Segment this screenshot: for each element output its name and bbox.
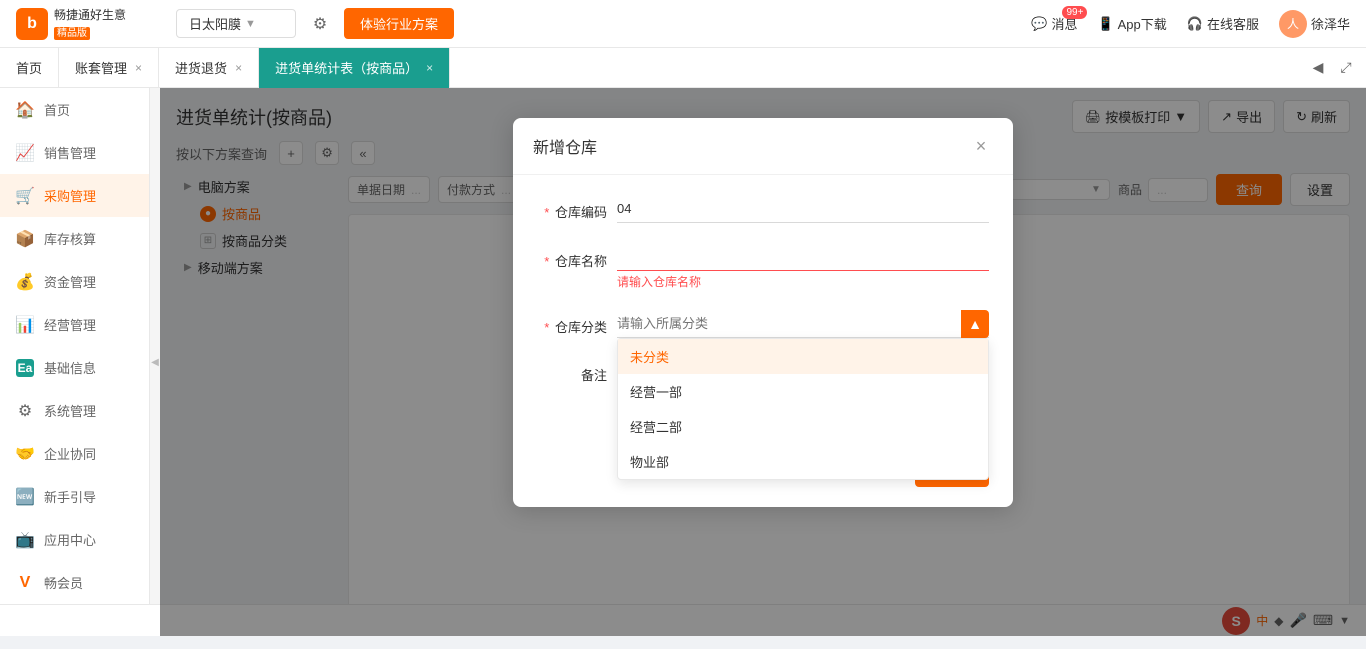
- chevron-down-icon: ▼: [245, 18, 256, 30]
- user-item[interactable]: 人 徐泽华: [1279, 10, 1350, 38]
- tab-bar: 首页 账套管理 × 进货退货 × 进货单统计表（按商品） × ◀ ⤢: [0, 48, 1366, 88]
- dropdown-item-3[interactable]: 物业部: [618, 444, 988, 479]
- warehouse-name-label: * 仓库名称: [537, 244, 617, 270]
- message-item[interactable]: 💬 消息 99+: [1031, 14, 1077, 33]
- finance-icon: 💰: [16, 273, 34, 291]
- tab-accounts[interactable]: 账套管理 ×: [59, 48, 159, 88]
- enterprise-icon: 🤝: [16, 445, 34, 463]
- tab-purchase-stats[interactable]: 进货单统计表（按商品） ×: [259, 48, 450, 88]
- dropdown-item-1[interactable]: 经营一部: [618, 374, 988, 409]
- sidebar-item-finance[interactable]: 💰 资金管理: [0, 260, 149, 303]
- warehouse-name-error: 请输入仓库名称: [617, 273, 989, 290]
- sidebar-item-operations[interactable]: 📊 经营管理: [0, 303, 149, 346]
- tab-prev-icon[interactable]: ◀: [1306, 56, 1330, 80]
- guide-icon: 🆕: [16, 488, 34, 506]
- gear-icon[interactable]: ⚙: [304, 8, 336, 40]
- warehouse-category-label: * 仓库分类: [537, 310, 617, 336]
- purchase-icon: 🛒: [16, 187, 34, 205]
- online-service-item[interactable]: 🎧 在线客服: [1187, 14, 1259, 33]
- warehouse-code-label: * 仓库编码: [537, 195, 617, 221]
- category-dropdown-list: 未分类 经营一部 经营二部 物业部: [617, 338, 989, 480]
- dialog-close-button[interactable]: ×: [969, 134, 993, 158]
- warehouse-code-input[interactable]: [617, 195, 989, 223]
- phone-icon: 📱: [1097, 16, 1113, 32]
- tab-close-accounts[interactable]: ×: [135, 61, 142, 75]
- tab-maximize-icon[interactable]: ⤢: [1334, 56, 1358, 80]
- dropdown-item-2[interactable]: 经营二部: [618, 409, 988, 444]
- apps-icon: 📺: [16, 531, 34, 549]
- message-icon: 💬: [1031, 16, 1047, 32]
- tab-close-purchase-stats[interactable]: ×: [426, 61, 433, 75]
- sidebar: 🏠 首页 📈 销售管理 🛒 采购管理 📦 库存核算 💰 资金管理 📊 经营管理 …: [0, 88, 150, 636]
- logo-text: 畅捷通好生意: [54, 8, 126, 24]
- inventory-icon: 📦: [16, 230, 34, 248]
- category-dropdown-toggle[interactable]: ▲: [961, 310, 989, 338]
- sidebar-item-system[interactable]: ⚙ 系统管理: [0, 389, 149, 432]
- logo-area: b 畅捷通好生意 精品版: [16, 8, 166, 40]
- company-selector[interactable]: 日太阳膜 ▼: [176, 9, 296, 38]
- form-row-name: * 仓库名称 请输入仓库名称: [537, 243, 989, 290]
- headset-icon: 🎧: [1187, 16, 1203, 32]
- sidebar-item-home[interactable]: 🏠 首页: [0, 88, 149, 131]
- dialog-body: * 仓库编码 * 仓库名称: [513, 175, 1013, 418]
- logo-icon: b: [16, 8, 48, 40]
- tab-close-purchase-return[interactable]: ×: [235, 61, 242, 75]
- category-input-wrapper: ▲ 未分类 经营一部 经营二部 物业部: [617, 310, 989, 338]
- sidebar-item-enterprise[interactable]: 🤝 企业协同: [0, 432, 149, 475]
- membership-icon: V: [16, 574, 34, 592]
- sidebar-item-apps[interactable]: 📺 应用中心: [0, 518, 149, 561]
- form-row-category: * 仓库分类 ▲ 未分类 经营一部 经营二部 物业部: [537, 310, 989, 338]
- sidebar-item-membership[interactable]: V 畅会员: [0, 561, 149, 604]
- main-layout: 🏠 首页 📈 销售管理 🛒 采购管理 📦 库存核算 💰 资金管理 📊 经营管理 …: [0, 88, 1366, 636]
- system-icon: ⚙: [16, 402, 34, 420]
- home-icon: 🏠: [16, 101, 34, 119]
- header-right: 💬 消息 99+ 📱 App下载 🎧 在线客服 人 徐泽华: [1031, 10, 1350, 38]
- remark-label: 备注: [537, 358, 617, 384]
- content-area: 进货单统计(按商品) 🖨 按模板打印 ▼ ↗ 导出 ↻ 刷新 按以下方案查询: [160, 88, 1366, 636]
- tab-purchase-return[interactable]: 进货退货 ×: [159, 48, 259, 88]
- sales-icon: 📈: [16, 144, 34, 162]
- new-warehouse-dialog: 新增仓库 × * 仓库编码: [513, 118, 1013, 507]
- warehouse-name-input[interactable]: [617, 243, 989, 271]
- dialog-header: 新增仓库 ×: [513, 118, 1013, 175]
- warehouse-category-input[interactable]: [617, 310, 989, 338]
- app-download-item[interactable]: 📱 App下载: [1097, 14, 1166, 33]
- sidebar-item-purchase[interactable]: 🛒 采购管理: [0, 174, 149, 217]
- tab-controls: ◀ ⤢: [1298, 56, 1366, 80]
- message-badge: 99+: [1062, 6, 1087, 19]
- sidebar-item-basic-info[interactable]: Ea 基础信息: [0, 346, 149, 389]
- form-row-code: * 仓库编码: [537, 195, 989, 223]
- sidebar-item-sales[interactable]: 📈 销售管理: [0, 131, 149, 174]
- top-header: b 畅捷通好生意 精品版 日太阳膜 ▼ ⚙ 体验行业方案 💬 消息 99+ 📱 …: [0, 0, 1366, 48]
- dialog-title: 新增仓库: [533, 134, 597, 158]
- tab-home[interactable]: 首页: [0, 48, 59, 88]
- operations-icon: 📊: [16, 316, 34, 334]
- avatar: 人: [1279, 10, 1307, 38]
- trial-button[interactable]: 体验行业方案: [344, 8, 454, 39]
- sidebar-item-inventory[interactable]: 📦 库存核算: [0, 217, 149, 260]
- dropdown-item-0[interactable]: 未分类: [618, 339, 988, 374]
- sidebar-item-guide[interactable]: 🆕 新手引导: [0, 475, 149, 518]
- ea-icon: Ea: [16, 359, 34, 377]
- sidebar-toggle[interactable]: ◀: [150, 88, 160, 636]
- logo-tag: 精品版: [54, 27, 90, 40]
- modal-overlay: 新增仓库 × * 仓库编码: [160, 88, 1366, 636]
